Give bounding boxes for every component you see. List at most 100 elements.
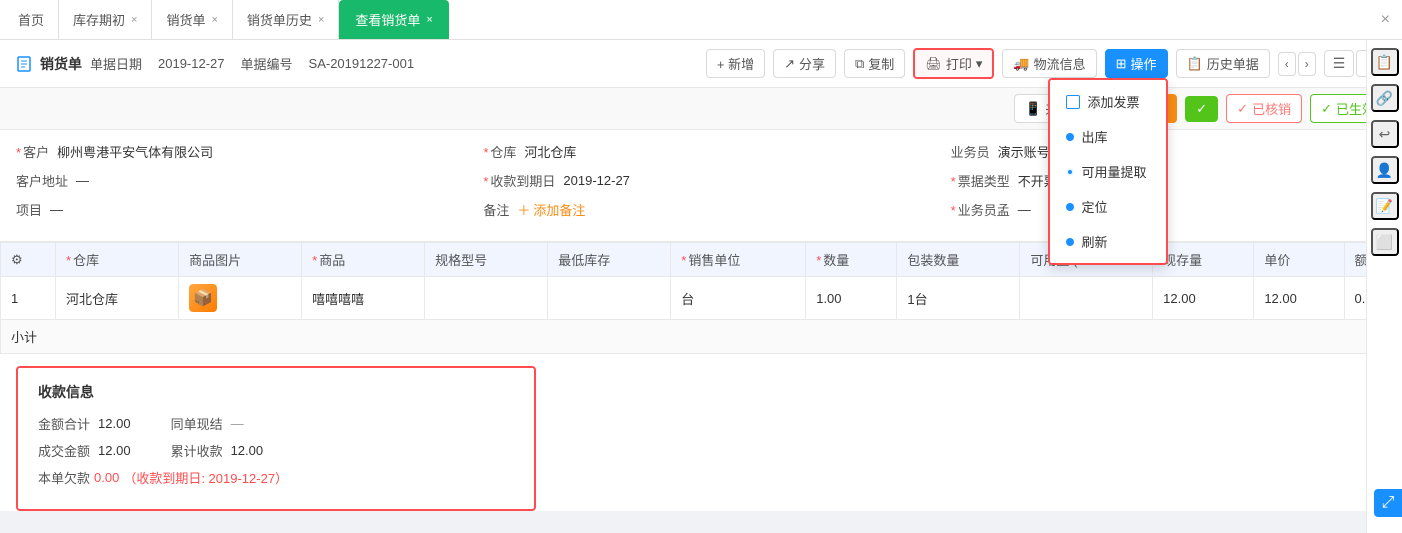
col-current-stock: 现存量 (1153, 243, 1254, 277)
deal-amount-label: 成交金额 (38, 441, 90, 460)
cancel-check-icon: ✓ (1237, 101, 1248, 117)
tab-view-sales-close[interactable]: × (426, 14, 432, 26)
same-order-settle-label: 同单现结 (171, 414, 223, 433)
salesperson-label: 业务员孟 (951, 200, 1010, 219)
employee-field: 业务员 演示账号 (951, 142, 1386, 161)
tab-sales-history-close[interactable]: × (318, 14, 324, 26)
subtotal-row: 小计 (1, 320, 1402, 354)
dropdown-locate[interactable]: 定位 (1050, 189, 1166, 224)
cell-product: 嘻嘻嘻嘻 (302, 277, 425, 320)
sidebar-expand-button[interactable]: ⤢ (1374, 489, 1402, 517)
form-row-3: 项目 — 备注 ＋ 添加备注 业务员孟 — (16, 200, 1386, 219)
outbound-icon (1066, 133, 1074, 141)
receipt-row-1: 金额合计 12.00 同单现结 — (38, 414, 514, 433)
nav-arrows: ‹ › (1278, 52, 1316, 76)
sidebar-note-button[interactable]: 📝 (1371, 192, 1399, 220)
note-label: 备注 (483, 200, 509, 219)
list-view-button[interactable]: ☰ (1324, 50, 1355, 77)
receipt-box: 收款信息 金额合计 12.00 同单现结 — 成交金额 12.00 累计收款 1… (16, 366, 536, 511)
salesperson-value: — (1018, 202, 1031, 217)
tab-home[interactable]: 首页 (8, 0, 59, 39)
sidebar-link-button[interactable]: 🔗 (1371, 84, 1399, 112)
col-sales-unit: 销售单位 (671, 243, 806, 277)
sidebar-clipboard-button[interactable]: 📋 (1371, 48, 1399, 76)
print-button[interactable]: 🖨 打印 ▾ (913, 48, 994, 79)
operate-button[interactable]: ⊞ 操作 (1105, 49, 1168, 78)
tab-sales-order-close[interactable]: × (211, 14, 217, 26)
doc-title-group: 销货单 单据日期 2019-12-27 单据编号 SA-20191227-001 (16, 54, 690, 74)
cell-spec (425, 277, 548, 320)
col-product: 商品 (302, 243, 425, 277)
right-sidebar: 📋 🔗 ↩ 👤 📝 ⬜ (1366, 40, 1402, 533)
sidebar-return-button[interactable]: ↩ (1371, 120, 1399, 148)
form-row-1: 客户 柳州粤港平安气体有限公司 仓库 河北仓库 业务员 演示账号 (16, 142, 1386, 161)
receipt-row-3: 本单欠款 0.00 （收款到期日: 2019-12-27） (38, 468, 514, 487)
employee-label: 业务员 (951, 142, 990, 161)
operate-label: 操作 (1130, 54, 1156, 73)
col-unit-price: 单价 (1254, 243, 1344, 277)
tab-inventory-close[interactable]: × (131, 14, 137, 26)
tab-sales-history-label: 销货单历史 (247, 10, 312, 29)
copy-button[interactable]: ⧉ 复制 (844, 49, 905, 78)
subtotal-label: 小计 (1, 320, 1402, 354)
outstanding-value: 0.00 (94, 470, 119, 485)
customer-value: 柳州粤港平安气体有限公司 (57, 142, 213, 161)
number-value: SA-20191227-001 (309, 56, 415, 71)
add-note-button[interactable]: ＋ 添加备注 (517, 200, 585, 219)
table-body: 1 河北仓库 📦 嘻嘻嘻嘻 台 1.00 1台 12.00 12.00 0. (1, 277, 1402, 354)
tab-sales-history[interactable]: 销货单历史 × (233, 0, 339, 39)
dropdown-refresh[interactable]: 刷新 (1050, 224, 1166, 259)
deal-amount-value: 12.00 (98, 443, 131, 458)
outstanding-label: 本单欠款 (38, 468, 90, 487)
col-spec: 规格型号 (425, 243, 548, 277)
sub-action-bar: 📱 来自手机 未开票 ✓ ✓ 已核销 ✓ 已生效 (0, 88, 1402, 130)
col-pack-qty: 包装数量 (897, 243, 1020, 277)
customer-field: 客户 柳州粤港平安气体有限公司 (16, 142, 451, 161)
cell-product-img: 📦 (179, 277, 302, 320)
available-qty-label: 可用量提取 (1082, 162, 1147, 181)
data-table: ⚙ 仓库 商品图片 商品 规格型号 最低库存 销售单位 数量 包装数量 可用量 … (0, 242, 1402, 354)
cell-quantity: 1.00 (806, 277, 897, 320)
payment-date-value: 2019-12-27 (563, 173, 630, 188)
cumulative-receipt-label: 累计收款 (171, 441, 223, 460)
next-button[interactable]: › (1298, 52, 1316, 76)
share-icon: ↗ (784, 56, 795, 72)
salesperson-field: 业务员孟 — (951, 200, 1386, 219)
same-order-settle-value: — (231, 416, 244, 431)
add-invoice-icon (1066, 95, 1080, 109)
close-all-button[interactable]: × (1381, 11, 1390, 29)
number-label: 单据编号 (241, 54, 293, 73)
operate-icon: ⊞ (1116, 56, 1127, 72)
new-button[interactable]: + 新增 (706, 49, 765, 78)
tab-sales-order[interactable]: 销货单 × (152, 0, 232, 39)
sidebar-box-button[interactable]: ⬜ (1371, 228, 1399, 256)
table-header-row: ⚙ 仓库 商品图片 商品 规格型号 最低库存 销售单位 数量 包装数量 可用量 … (1, 243, 1402, 277)
warehouse-field: 仓库 河北仓库 (483, 142, 918, 161)
operate-dropdown-menu: 添加发票 出库 可用量提取 定位 (1048, 78, 1168, 265)
already-cancelled-button[interactable]: ✓ 已核销 (1226, 94, 1302, 123)
print-icon: 🖨 (925, 56, 942, 72)
form-row-2: 客户地址 — 收款到期日 2019-12-27 票据类型 不开票 (16, 171, 1386, 190)
print-dropdown-container: 🖨 打印 ▾ (913, 48, 994, 79)
print-arrow-icon: ▾ (976, 56, 983, 72)
tab-inventory[interactable]: 库存期初 × (59, 0, 152, 39)
dropdown-available-qty[interactable]: 可用量提取 (1050, 154, 1166, 189)
history-label: 历史单据 (1207, 54, 1259, 73)
ticket-type-field: 票据类型 不开票 (951, 171, 1386, 190)
settings-icon[interactable]: ⚙ (11, 252, 23, 267)
logistics-button[interactable]: 🚚 物流信息 (1002, 49, 1096, 78)
prev-button[interactable]: ‹ (1278, 52, 1296, 76)
tab-view-sales[interactable]: 查看销货单 × (339, 0, 448, 39)
history-button[interactable]: 📋 历史单据 (1176, 49, 1270, 78)
dropdown-outbound[interactable]: 出库 (1050, 119, 1166, 154)
doc-type-label: 销货单 (40, 54, 82, 74)
share-button[interactable]: ↗ 分享 (773, 49, 836, 78)
col-settings: ⚙ (1, 243, 56, 277)
dropdown-add-invoice[interactable]: 添加发票 (1050, 84, 1166, 119)
cancelled-label: 已核销 (1252, 99, 1291, 118)
warehouse-label: 仓库 (483, 142, 516, 161)
total-amount-label: 金额合计 (38, 414, 90, 433)
sidebar-user-button[interactable]: 👤 (1371, 156, 1399, 184)
phone-icon: 📱 (1025, 101, 1041, 117)
check-button[interactable]: ✓ (1185, 96, 1218, 122)
